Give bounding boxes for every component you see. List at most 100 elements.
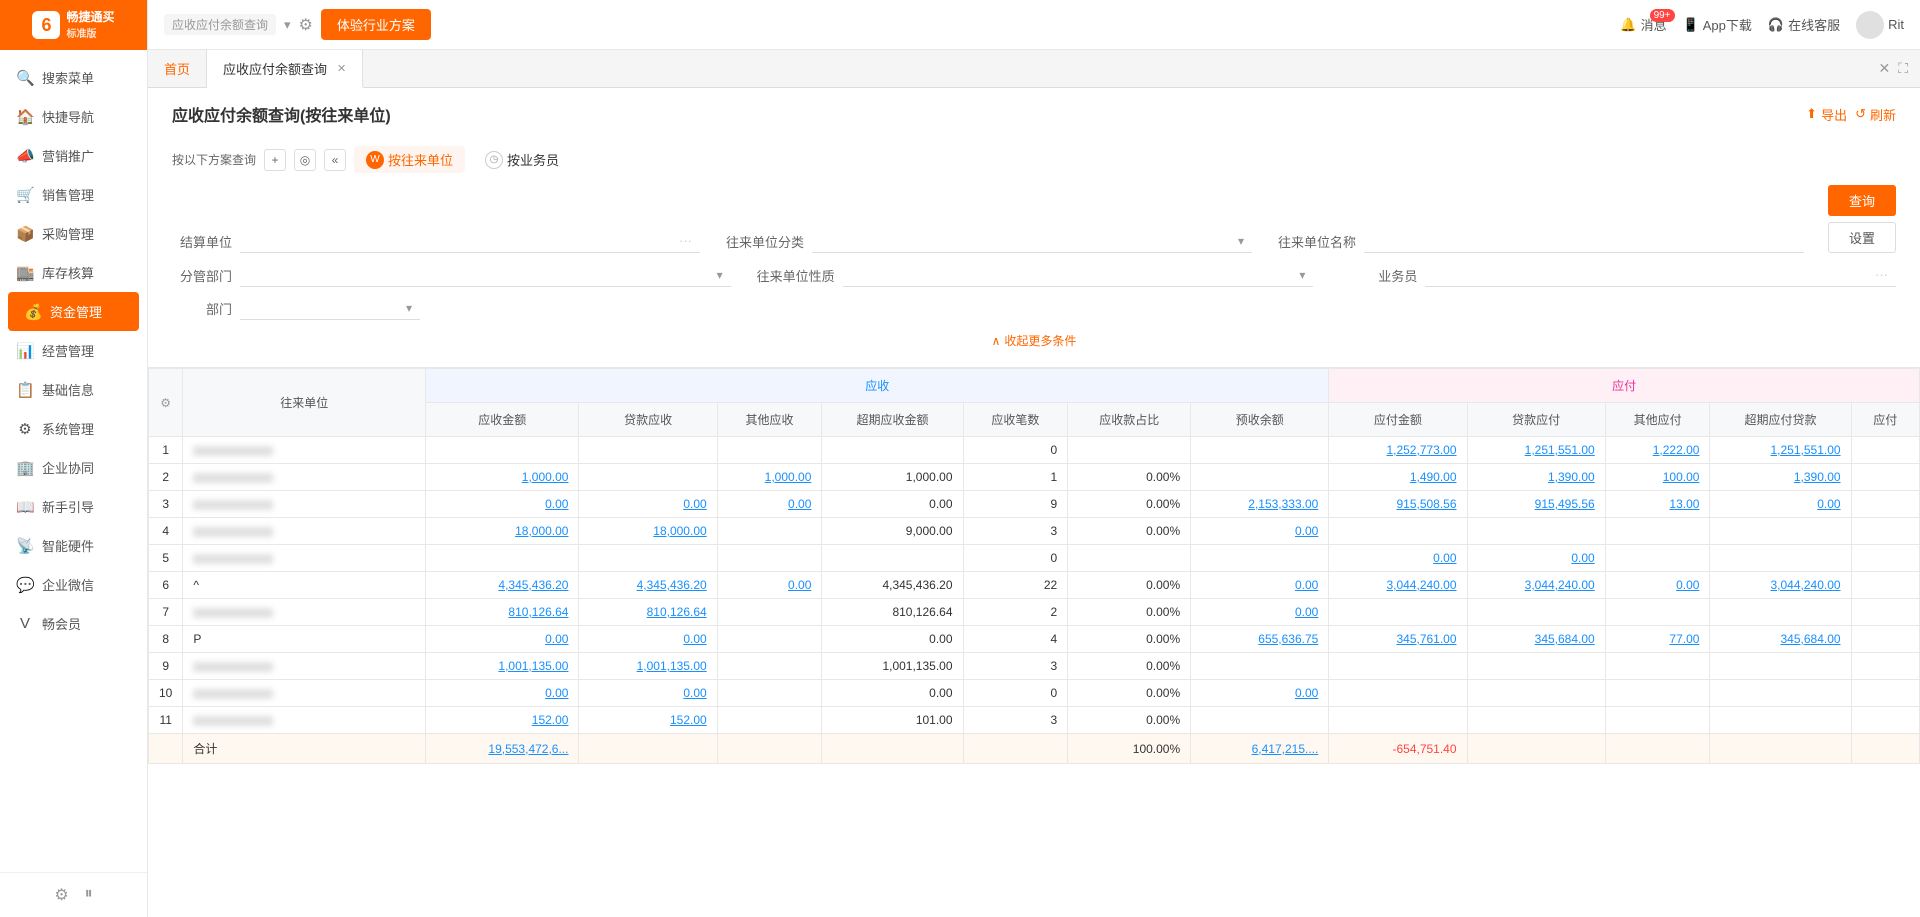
footer-recv-amount: 19,553,472,6... xyxy=(426,734,579,764)
user-avatar[interactable]: Rit xyxy=(1856,11,1904,39)
th-recv-amount: 应收金额 xyxy=(426,403,579,437)
unit-category-chevron: ▾ xyxy=(1238,234,1244,248)
tab-receivable[interactable]: 应收应付余额查询 ✕ xyxy=(207,50,363,88)
unit-name-input[interactable] xyxy=(1372,233,1796,248)
search-icon: 🔍 xyxy=(16,69,34,87)
query-actions: 查询 设置 xyxy=(1828,185,1896,253)
table-row: 21,000.001,000.001,000.0010.00%1,490.001… xyxy=(149,464,1920,491)
data-table: ⚙ 往来单位 应收 应付 应收金额 贷款应收 其他应收 超期应收金额 应收笔数 … xyxy=(148,368,1920,764)
salesman-label: 业务员 xyxy=(1337,266,1417,285)
tab-home[interactable]: 首页 xyxy=(148,50,207,87)
guide-icon: 📖 xyxy=(16,498,34,516)
collapse-bar: ∧ 收起更多条件 xyxy=(172,326,1896,355)
sales-icon: 🛒 xyxy=(16,186,34,204)
filter-field-settlement: 结算单位 ··· xyxy=(172,229,700,253)
tab-maximize-icon[interactable]: ⛶ xyxy=(1898,60,1908,77)
home-tab-label: 首页 xyxy=(164,59,190,78)
tab-close-icon[interactable]: ✕ xyxy=(337,62,346,75)
basic-icon: 📋 xyxy=(16,381,34,399)
tab-close-all-icon[interactable]: ✕ xyxy=(1878,60,1890,77)
promote-button[interactable]: 体验行业方案 xyxy=(321,9,431,40)
unit-nature-chevron: ▾ xyxy=(1299,268,1305,282)
export-button[interactable]: ⬆ 导出 xyxy=(1806,105,1847,124)
filter-settings-btn[interactable]: ◎ xyxy=(294,149,316,171)
filter-add-btn[interactable]: + xyxy=(264,149,286,171)
user-name: Rit xyxy=(1888,17,1904,32)
table-area: ⚙ 往来单位 应收 应付 应收金额 贷款应收 其他应收 超期应收金额 应收笔数 … xyxy=(148,368,1920,917)
system-icon: ⚙ xyxy=(16,420,34,438)
scheme-by-unit[interactable]: W 按往来单位 xyxy=(354,146,465,173)
filter-row-2: 分管部门 ▾ 往来单位性质 ▾ 业务员 xyxy=(172,263,1896,287)
filter-field-salesman: 业务员 ··· xyxy=(1337,263,1896,287)
filter-field-dept2: 部门 ▾ xyxy=(172,297,420,320)
query-button[interactable]: 查询 xyxy=(1828,185,1896,216)
sidebar-item-vip[interactable]: V 畅会员 xyxy=(0,604,147,643)
table-row: 7810,126.64810,126.64810,126.6420.00%0.0… xyxy=(149,599,1920,626)
export-icon: ⬆ xyxy=(1806,106,1817,122)
notice-button[interactable]: 🔔 消息 99+ xyxy=(1620,15,1666,34)
online-service-button[interactable]: 🎧 在线客服 xyxy=(1768,15,1840,34)
settlement-dots-icon[interactable]: ··· xyxy=(679,233,692,248)
dept-label: 分管部门 xyxy=(172,266,232,285)
refresh-icon: ↺ xyxy=(1855,106,1866,122)
sidebar-item-marketing[interactable]: 📣 营销推广 xyxy=(0,136,147,175)
wechat-icon: 💬 xyxy=(16,576,34,594)
tab-bar-actions: ✕ ⛶ xyxy=(1866,50,1920,87)
operation-icon: 📊 xyxy=(16,342,34,360)
collapse-icon[interactable]: ⏸ xyxy=(85,885,93,905)
scheme-by-employee[interactable]: ◷ 按业务员 xyxy=(473,146,571,173)
unit-category-label: 往来单位分类 xyxy=(724,232,804,251)
main-area: 首页 应收应付余额查询 ✕ ✕ ⛶ 应收应付余额查询(按往来单位) ⬆ 导出 ↺… xyxy=(148,50,1920,917)
footer-recv-ratio: 100.00% xyxy=(1068,734,1191,764)
cell-name xyxy=(183,707,426,734)
sidebar-item-wechat[interactable]: 💬 企业微信 xyxy=(0,565,147,604)
table-row: 8P0.000.000.0040.00%655,636.75345,761.00… xyxy=(149,626,1920,653)
purchase-icon: 📦 xyxy=(16,225,34,243)
table-settings-icon[interactable]: ⚙ xyxy=(160,396,171,410)
cell-name: P xyxy=(183,626,426,653)
sidebar-item-operation[interactable]: 📊 经营管理 xyxy=(0,331,147,370)
notice-badge: 99+ xyxy=(1650,9,1675,22)
th-payable-group: 应付 xyxy=(1329,369,1920,403)
footer-pay-col xyxy=(1851,734,1919,764)
app-download-button[interactable]: 📱 App下载 xyxy=(1683,15,1752,34)
header-settings-icon[interactable]: ⚙ xyxy=(299,15,313,35)
unit-nature-select[interactable]: ▾ xyxy=(843,264,1314,287)
th-pay-loan: 贷款应付 xyxy=(1467,403,1605,437)
sidebar-item-sales[interactable]: 🛒 销售管理 xyxy=(0,175,147,214)
sidebar-item-system[interactable]: ⚙ 系统管理 xyxy=(0,409,147,448)
th-recv-other: 其他应收 xyxy=(717,403,822,437)
footer-pay-loan xyxy=(1467,734,1605,764)
sidebar-item-basic[interactable]: 📋 基础信息 xyxy=(0,370,147,409)
filter-collapse-btn[interactable]: « xyxy=(324,149,346,171)
collapse-conditions-button[interactable]: ∧ 收起更多条件 xyxy=(992,332,1077,349)
cell-name xyxy=(183,545,426,572)
settings-bottom-icon[interactable]: ⚙ xyxy=(54,885,68,905)
sidebar-item-guide[interactable]: 📖 新手引导 xyxy=(0,487,147,526)
sidebar-item-finance[interactable]: 💰 资金管理 xyxy=(8,292,139,331)
scheme-employee-icon: ◷ xyxy=(485,151,503,169)
dept2-label: 部门 xyxy=(172,299,232,318)
finance-icon: 💰 xyxy=(24,303,42,321)
sidebar-item-quick[interactable]: 🏠 快捷导航 xyxy=(0,97,147,136)
sidebar-item-enterprise[interactable]: 🏢 企业协同 xyxy=(0,448,147,487)
enterprise-icon: 🏢 xyxy=(16,459,34,477)
filter-label: 按以下方案查询 xyxy=(172,151,256,168)
refresh-button[interactable]: ↺ 刷新 xyxy=(1855,105,1896,124)
salesman-dots-icon[interactable]: ··· xyxy=(1875,267,1888,282)
settlement-input[interactable] xyxy=(248,233,679,248)
cell-name xyxy=(183,491,426,518)
sidebar-item-search[interactable]: 🔍 搜索菜单 xyxy=(0,58,147,97)
cell-name xyxy=(183,518,426,545)
sidebar-nav: 🔍 搜索菜单 🏠 快捷导航 📣 营销推广 🛒 销售管理 📦 采购管理 🏬 库存核… xyxy=(0,50,147,872)
dept-select[interactable]: ▾ xyxy=(240,264,731,287)
dept2-select[interactable]: ▾ xyxy=(240,297,420,320)
settings-btn[interactable]: 设置 xyxy=(1828,222,1896,253)
sidebar-item-inventory[interactable]: 🏬 库存核算 xyxy=(0,253,147,292)
unit-category-select[interactable]: ▾ xyxy=(812,230,1252,253)
salesman-input-wrapper: ··· xyxy=(1425,263,1896,287)
th-pay-col: 应付 xyxy=(1851,403,1919,437)
sidebar-item-hardware[interactable]: 📡 智能硬件 xyxy=(0,526,147,565)
cell-name xyxy=(183,653,426,680)
sidebar-item-purchase[interactable]: 📦 采购管理 xyxy=(0,214,147,253)
